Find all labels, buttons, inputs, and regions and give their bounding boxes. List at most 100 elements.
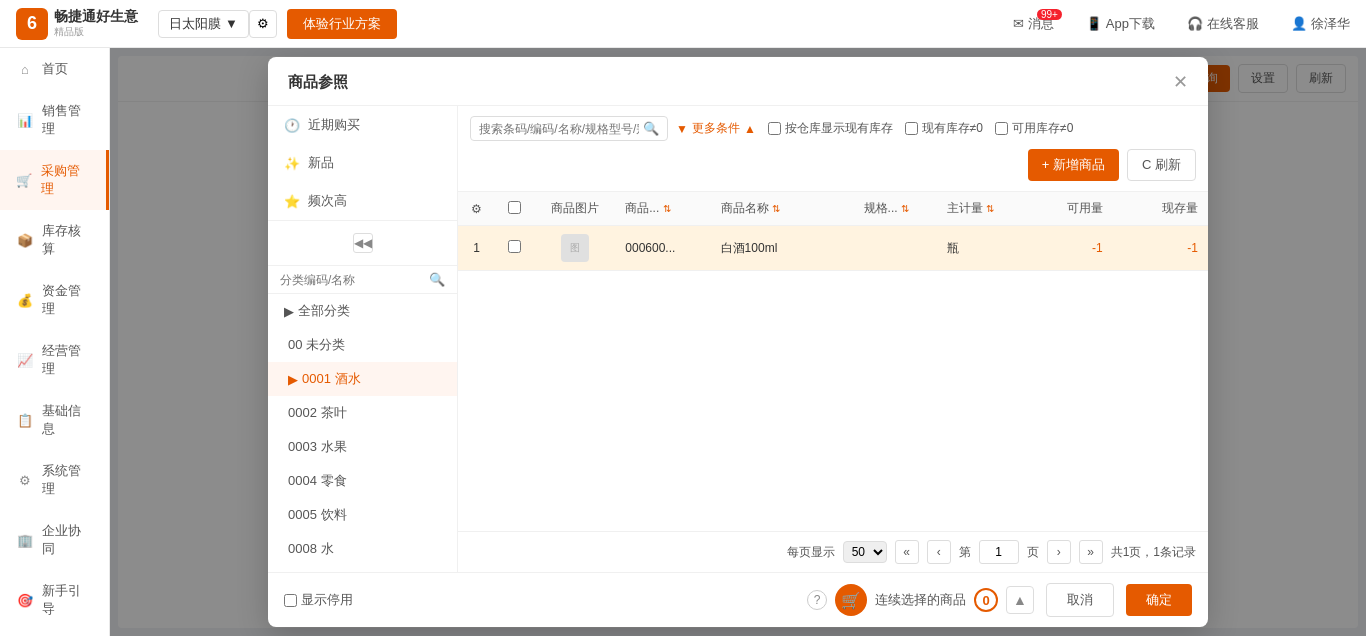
filter-label: 更多条件 <box>692 120 740 137</box>
col-code-label: 商品... <box>625 201 659 215</box>
col-header-unit[interactable]: 主计量 ⇅ <box>937 192 1017 226</box>
tab-frequent[interactable]: ⭐ 频次高 <box>268 182 457 220</box>
app-download-btn[interactable]: 📱 App下载 <box>1086 15 1155 33</box>
expand-all-icon: ▶ <box>284 304 294 319</box>
home-icon: ⌂ <box>16 60 34 78</box>
col-header-check[interactable] <box>495 192 534 226</box>
refresh-btn[interactable]: C 刷新 <box>1127 149 1196 181</box>
message-badge: 99+ <box>1037 9 1062 20</box>
category-all[interactable]: ▶ 全部分类 <box>268 294 457 328</box>
sidebar-item-inventory[interactable]: 📦 库存核算 <box>0 210 109 270</box>
checkbox-warehouse-stock[interactable]: 按仓库显示现有库存 <box>768 120 893 137</box>
add-product-btn[interactable]: + 新增商品 <box>1028 149 1119 181</box>
category-item-0002[interactable]: 0002 茶叶 <box>268 396 457 430</box>
collapse-button[interactable]: ◀◀ <box>353 233 373 253</box>
col-header-stock: 现存量 <box>1113 192 1208 226</box>
modal-close-button[interactable]: ✕ <box>1173 71 1188 93</box>
next-page-btn[interactable]: › <box>1047 540 1071 564</box>
product-table: ⚙ 商品图片 商品... ⇅ 商品名称 ⇅ <box>458 192 1208 271</box>
sidebar-item-purchase[interactable]: 🛒 采购管理 <box>0 150 109 210</box>
logo-area: 6 畅捷通好生意 精品版 <box>16 8 138 40</box>
search-icon[interactable]: 🔍 <box>643 121 659 136</box>
app-download-label: App下载 <box>1106 15 1155 33</box>
first-page-btn[interactable]: « <box>895 540 919 564</box>
category-0005-label: 0005 饮料 <box>288 506 347 524</box>
category-search-input[interactable] <box>280 273 425 287</box>
category-0003-label: 0003 水果 <box>288 438 347 456</box>
col-header-name[interactable]: 商品名称 ⇅ <box>711 192 854 226</box>
checkbox-current-stock-input[interactable] <box>905 122 918 135</box>
category-0008-label: 0008 水 <box>288 540 334 558</box>
sidebar-item-enterprise[interactable]: 🏢 企业协同 <box>0 510 109 570</box>
sort-unit-icon: ⇅ <box>986 203 994 214</box>
col-header-code[interactable]: 商品... ⇅ <box>615 192 710 226</box>
guide-icon: 🎯 <box>16 591 34 609</box>
settings-icon[interactable]: ⚙ <box>249 10 277 38</box>
checkbox-available-stock[interactable]: 可用库存≠0 <box>995 120 1073 137</box>
message-btn[interactable]: ✉ 消息 99+ <box>1013 15 1054 33</box>
checkbox-warehouse-stock-input[interactable] <box>768 122 781 135</box>
modal-toolbar: 🔍 ▼ 更多条件 ▲ 按仓库显示现有库存 <box>458 106 1208 192</box>
sidebar-item-system[interactable]: ⚙ 系统管理 <box>0 450 109 510</box>
sidebar: ⌂ 首页 📊 销售管理 🛒 采购管理 📦 库存核算 💰 资金管理 📈 经营管理 … <box>0 48 110 636</box>
category-item-0003[interactable]: 0003 水果 <box>268 430 457 464</box>
cart-icon[interactable]: 🛒 <box>835 584 867 616</box>
row-checkbox[interactable] <box>508 240 521 253</box>
footer-collapse-btn[interactable]: ▲ <box>1006 586 1034 614</box>
show-disabled-checkbox[interactable]: 显示停用 <box>284 591 353 609</box>
col-name-label: 商品名称 <box>721 201 769 215</box>
filter-checkboxes: 按仓库显示现有库存 现有库存≠0 可用库存≠0 <box>768 120 1074 137</box>
confirm-button[interactable]: 确定 <box>1126 584 1192 616</box>
sidebar-item-inventory-label: 库存核算 <box>42 222 93 258</box>
sidebar-item-finance[interactable]: 💰 资金管理 <box>0 270 109 330</box>
category-item-00[interactable]: 00 未分类 <box>268 328 457 362</box>
sidebar-item-enterprise-label: 企业协同 <box>42 522 93 558</box>
product-reference-modal: 商品参照 ✕ 🕐 近期购买 ✨ 新品 <box>268 57 1208 627</box>
cart-text: 连续选择的商品 <box>875 591 966 609</box>
last-page-btn[interactable]: » <box>1079 540 1103 564</box>
page-number-input[interactable] <box>979 540 1019 564</box>
nav-selector[interactable]: 日太阳膜 ▼ <box>158 10 249 38</box>
checkbox-available-stock-label: 可用库存≠0 <box>1012 120 1073 137</box>
select-all-checkbox[interactable] <box>508 201 521 214</box>
category-item-0004[interactable]: 0004 零食 <box>268 464 457 498</box>
sidebar-item-base[interactable]: 📋 基础信息 <box>0 390 109 450</box>
sidebar-item-guide[interactable]: 🎯 新手引导 <box>0 570 109 630</box>
sidebar-item-guide-label: 新手引导 <box>42 582 93 618</box>
category-item-0005[interactable]: 0005 饮料 <box>268 498 457 532</box>
logo-text-wrap: 畅捷通好生意 精品版 <box>54 8 138 39</box>
page-size-select[interactable]: 50 <box>843 541 887 563</box>
category-item-0008[interactable]: 0008 水 <box>268 532 457 566</box>
col-header-settings[interactable]: ⚙ <box>458 192 495 226</box>
row-check[interactable] <box>495 226 534 271</box>
category-0004-label: 0004 零食 <box>288 472 347 490</box>
category-search: 🔍 <box>268 266 457 294</box>
col-header-spec[interactable]: 规格... ⇅ <box>854 192 937 226</box>
show-disabled-input[interactable] <box>284 594 297 607</box>
tab-recent[interactable]: 🕐 近期购买 <box>268 106 457 144</box>
tab-new[interactable]: ✨ 新品 <box>268 144 457 182</box>
modal-left-panel: 🕐 近期购买 ✨ 新品 ⭐ 频次高 ◀◀ <box>268 106 458 572</box>
trial-btn[interactable]: 体验行业方案 <box>287 9 397 39</box>
enterprise-icon: 🏢 <box>16 531 34 549</box>
sidebar-item-home[interactable]: ⌂ 首页 <box>0 48 109 90</box>
checkbox-current-stock[interactable]: 现有库存≠0 <box>905 120 983 137</box>
sidebar-item-business[interactable]: 📈 经营管理 <box>0 330 109 390</box>
category-search-icon[interactable]: 🔍 <box>429 272 445 287</box>
category-item-0001[interactable]: ▶ 0001 酒水 <box>268 362 457 396</box>
checkbox-available-stock-input[interactable] <box>995 122 1008 135</box>
table-row[interactable]: 1 图 000600... 白酒100ml 瓶 -1 <box>458 226 1208 271</box>
prev-page-btn[interactable]: ‹ <box>927 540 951 564</box>
sidebar-item-app-center[interactable]: 📱 应用中心 <box>0 630 109 636</box>
category-all-label: 全部分类 <box>298 302 350 320</box>
show-disabled-label: 显示停用 <box>301 591 353 609</box>
more-filter-btn[interactable]: ▼ 更多条件 ▲ <box>676 120 756 137</box>
user-btn[interactable]: 👤 徐泽华 <box>1291 15 1350 33</box>
help-icon[interactable]: ? <box>807 590 827 610</box>
cancel-button[interactable]: 取消 <box>1046 583 1114 617</box>
sidebar-item-base-label: 基础信息 <box>42 402 93 438</box>
modal-overlay: 商品参照 ✕ 🕐 近期购买 ✨ 新品 <box>110 48 1366 636</box>
online-service-btn[interactable]: 🎧 在线客服 <box>1187 15 1259 33</box>
product-search-input[interactable] <box>479 122 639 136</box>
sidebar-item-sales[interactable]: 📊 销售管理 <box>0 90 109 150</box>
